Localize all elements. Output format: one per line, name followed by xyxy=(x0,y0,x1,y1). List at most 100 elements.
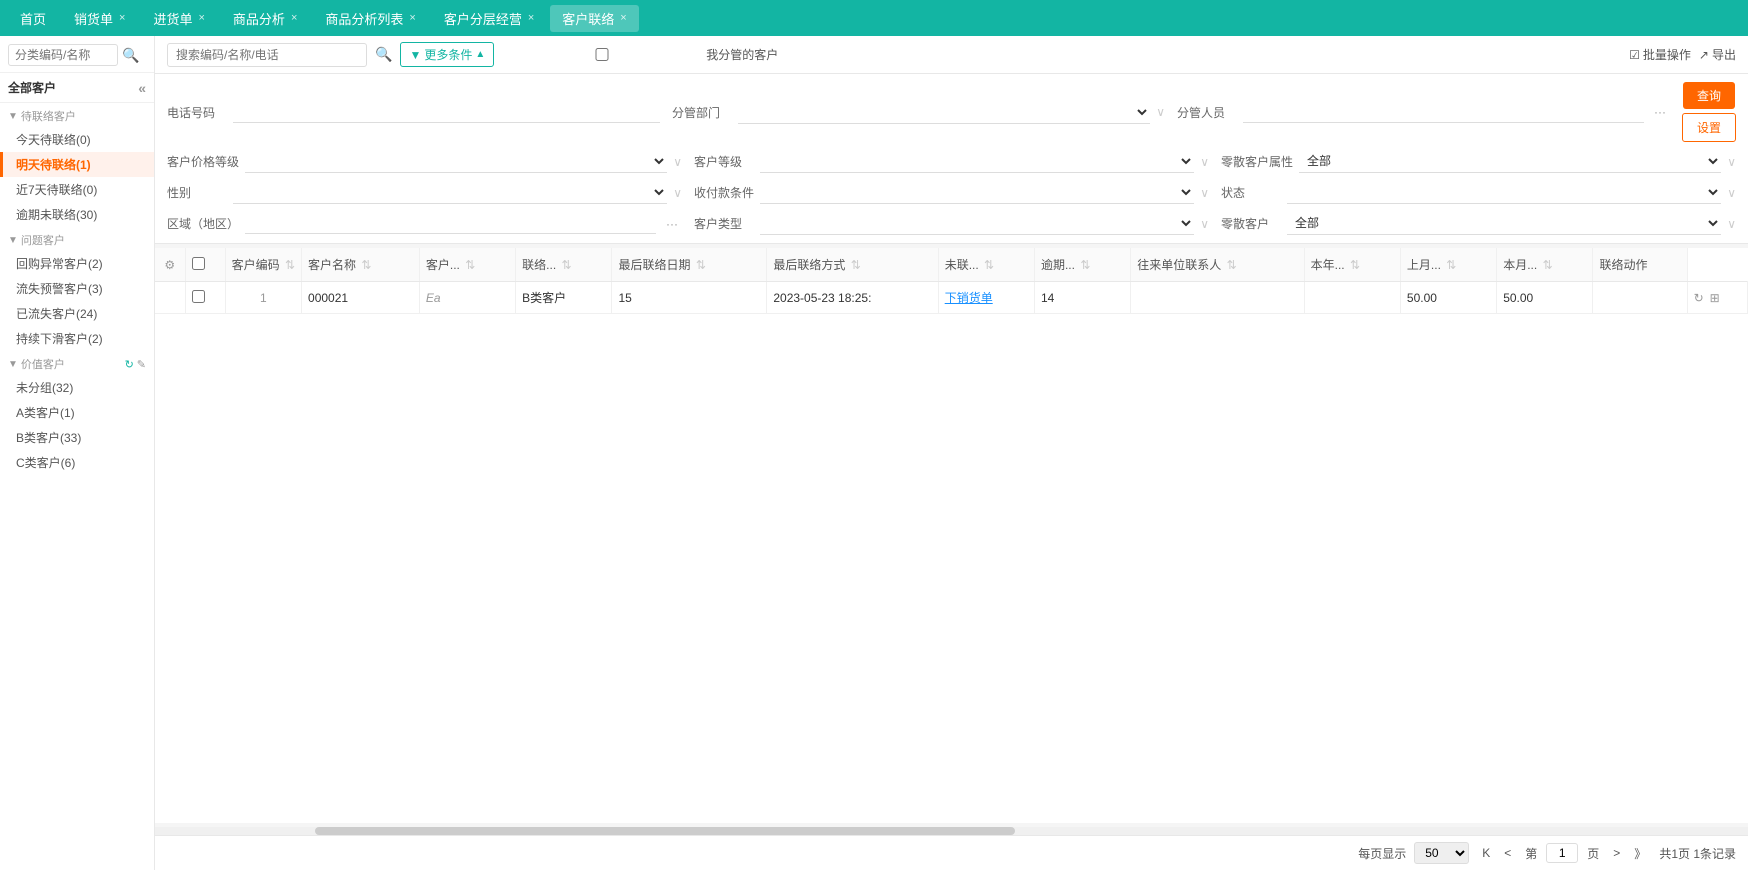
filter-price-level: 客户价格等级 ∨ xyxy=(167,150,682,173)
td-type: B类客户 xyxy=(516,282,612,314)
nav-home[interactable]: 首页 xyxy=(8,5,58,32)
customer-type-select[interactable] xyxy=(760,212,1194,235)
query-button[interactable]: 查询 xyxy=(1683,82,1735,109)
th-gear[interactable]: ⚙ xyxy=(155,248,185,282)
filter-customer-level: 客户等级 ∨ xyxy=(694,150,1209,173)
sidebar-item-today[interactable]: 今天待联络(0) xyxy=(0,127,154,152)
td-index: 1 xyxy=(225,282,301,314)
th-code[interactable]: 客户编码 ⇅ xyxy=(225,248,301,282)
th-last-method[interactable]: 最后联络方式 ⇅ xyxy=(767,248,938,282)
action-grid-icon[interactable]: ⊞ xyxy=(1710,291,1720,305)
dept-select[interactable] xyxy=(738,101,1150,124)
close-analysis-list-icon[interactable]: × xyxy=(409,12,415,24)
th-last-date[interactable]: 最后联络日期 ⇅ xyxy=(612,248,767,282)
more-conditions-btn[interactable]: ▼ 更多条件 ▲ xyxy=(400,42,494,67)
td-this-year: 50.00 xyxy=(1400,282,1496,314)
th-contacts[interactable]: 往来单位联系人 ⇅ xyxy=(1131,248,1304,282)
th-contact-count[interactable]: 联络... ⇅ xyxy=(516,248,612,282)
close-sales-icon[interactable]: × xyxy=(119,12,125,24)
page-input[interactable] xyxy=(1546,843,1578,863)
scrollbar-thumb[interactable] xyxy=(315,827,1015,835)
filter-row-2: 客户价格等级 ∨ 客户等级 ∨ 零散客户属性 全部 ∨ xyxy=(167,150,1736,173)
close-customer-tier-icon[interactable]: × xyxy=(528,12,534,24)
status-select[interactable] xyxy=(1287,181,1721,204)
batch-icon: ☑ xyxy=(1629,48,1640,62)
nav-customer-tier[interactable]: 客户分层经营 × xyxy=(432,5,546,32)
person-more-icon[interactable]: ··· xyxy=(1650,105,1670,119)
prev-page-btn[interactable]: < xyxy=(1499,844,1516,862)
value-refresh-icon[interactable]: ↻ xyxy=(125,358,134,371)
sidebar-item-b-class[interactable]: B类客户(33) xyxy=(0,425,154,450)
sidebar-item-churn-warn[interactable]: 流失预警客户(3) xyxy=(0,276,154,301)
td-contact-count: 15 xyxy=(612,282,767,314)
gender-select[interactable] xyxy=(233,181,667,204)
th-this-month[interactable]: 本月... ⇅ xyxy=(1497,248,1593,282)
sort-contact-count-icon: ⇅ xyxy=(562,258,572,272)
sidebar-item-tomorrow[interactable]: 明天待联络(1) xyxy=(0,152,154,177)
sidebar-search-icon[interactable]: 🔍 xyxy=(122,47,139,64)
th-this-year[interactable]: 本年... ⇅ xyxy=(1304,248,1400,282)
sidebar: 🔍 全部客户 « ▼ 待联络客户 今天待联络(0) 明天待联络(1) 近7天待联… xyxy=(0,36,155,870)
person-input[interactable] xyxy=(1243,102,1644,123)
sidebar-item-ungrouped[interactable]: 未分组(32) xyxy=(0,375,154,400)
export-btn[interactable]: ↗ 导出 xyxy=(1699,46,1736,63)
nav-analysis-list[interactable]: 商品分析列表 × xyxy=(313,5,427,32)
nav-customer-contact[interactable]: 客户联络 × xyxy=(550,5,638,32)
horizontal-scrollbar[interactable] xyxy=(155,827,1748,835)
customer-level-select[interactable] xyxy=(760,150,1194,173)
problem-arrow-icon: ▼ xyxy=(8,235,18,246)
th-checkbox[interactable] xyxy=(185,248,225,282)
sidebar-search-input[interactable] xyxy=(8,44,118,66)
table-footer: 每页显示 50 20 100 K < 第 页 > 》 共1页 1条记录 xyxy=(155,835,1748,870)
close-analysis-icon[interactable]: × xyxy=(291,12,297,24)
settings-button[interactable]: 设置 xyxy=(1682,113,1736,142)
content-area: 🔍 ▼ 更多条件 ▲ 我分管的客户 ☑ 批量操作 ↗ 导出 xyxy=(155,36,1748,870)
sidebar-item-declining[interactable]: 持续下滑客户(2) xyxy=(0,326,154,351)
td-last-month: 50.00 xyxy=(1497,282,1593,314)
area-input[interactable] xyxy=(245,213,656,234)
row-checkbox[interactable] xyxy=(192,290,205,303)
th-type[interactable]: 客户... ⇅ xyxy=(419,248,515,282)
th-no-contact[interactable]: 未联... ⇅ xyxy=(938,248,1034,282)
sidebar-item-churned[interactable]: 已流失客户(24) xyxy=(0,301,154,326)
sidebar-collapse-btn[interactable]: « xyxy=(138,80,146,96)
close-customer-contact-icon[interactable]: × xyxy=(620,12,626,24)
my-customers-checkbox[interactable]: 我分管的客户 xyxy=(502,46,778,63)
value-edit-icon[interactable]: ✎ xyxy=(137,358,146,371)
search-btn-icon[interactable]: 🔍 xyxy=(375,46,392,63)
select-all-checkbox[interactable] xyxy=(192,257,205,270)
td-this-month xyxy=(1593,282,1687,314)
th-overdue[interactable]: 逾期... ⇅ xyxy=(1034,248,1130,282)
last-page-btn[interactable]: 》 xyxy=(1629,843,1651,864)
price-level-select[interactable] xyxy=(245,150,667,173)
retail-customer-select[interactable]: 全部 xyxy=(1287,212,1721,235)
phone-input[interactable] xyxy=(233,102,660,123)
sidebar-item-c-class[interactable]: C类客户(6) xyxy=(0,450,154,475)
my-customers-check[interactable] xyxy=(502,48,702,61)
filter-payment: 收付款条件 ∨ xyxy=(694,181,1209,204)
sidebar-item-repurchase[interactable]: 回购异常客户(2) xyxy=(0,251,154,276)
search-input[interactable] xyxy=(167,43,367,67)
payment-select[interactable] xyxy=(760,181,1194,204)
sidebar-item-7days[interactable]: 近7天待联络(0) xyxy=(0,177,154,202)
nav-analysis[interactable]: 商品分析 × xyxy=(221,5,309,32)
th-last-month[interactable]: 上月... ⇅ xyxy=(1400,248,1496,282)
per-page-select[interactable]: 50 20 100 xyxy=(1414,842,1469,864)
first-page-btn[interactable]: K xyxy=(1477,844,1495,862)
nav-sales[interactable]: 销货单 × xyxy=(62,5,137,32)
sidebar-item-a-class[interactable]: A类客户(1) xyxy=(0,400,154,425)
filter-row-4: 区域（地区） ··· 客户类型 ∨ 零散客户 全部 ∨ xyxy=(167,212,1736,235)
sort-name-icon: ⇅ xyxy=(361,258,371,272)
td-checkbox[interactable] xyxy=(185,282,225,314)
next-page-btn[interactable]: > xyxy=(1608,844,1625,862)
sidebar-item-overdue[interactable]: 逾期未联络(30) xyxy=(0,202,154,227)
nav-purchase[interactable]: 进货单 × xyxy=(141,5,216,32)
batch-operation-btn[interactable]: ☑ 批量操作 xyxy=(1629,46,1691,63)
retail-attr-select[interactable]: 全部 xyxy=(1299,150,1721,173)
area-more-icon[interactable]: ··· xyxy=(662,217,682,231)
td-last-method[interactable]: 下销货单 xyxy=(938,282,1034,314)
action-refresh-icon[interactable]: ↻ xyxy=(1694,291,1704,305)
filter-gender: 性别 ∨ xyxy=(167,181,682,204)
th-name[interactable]: 客户名称 ⇅ xyxy=(302,248,420,282)
close-purchase-icon[interactable]: × xyxy=(198,12,204,24)
